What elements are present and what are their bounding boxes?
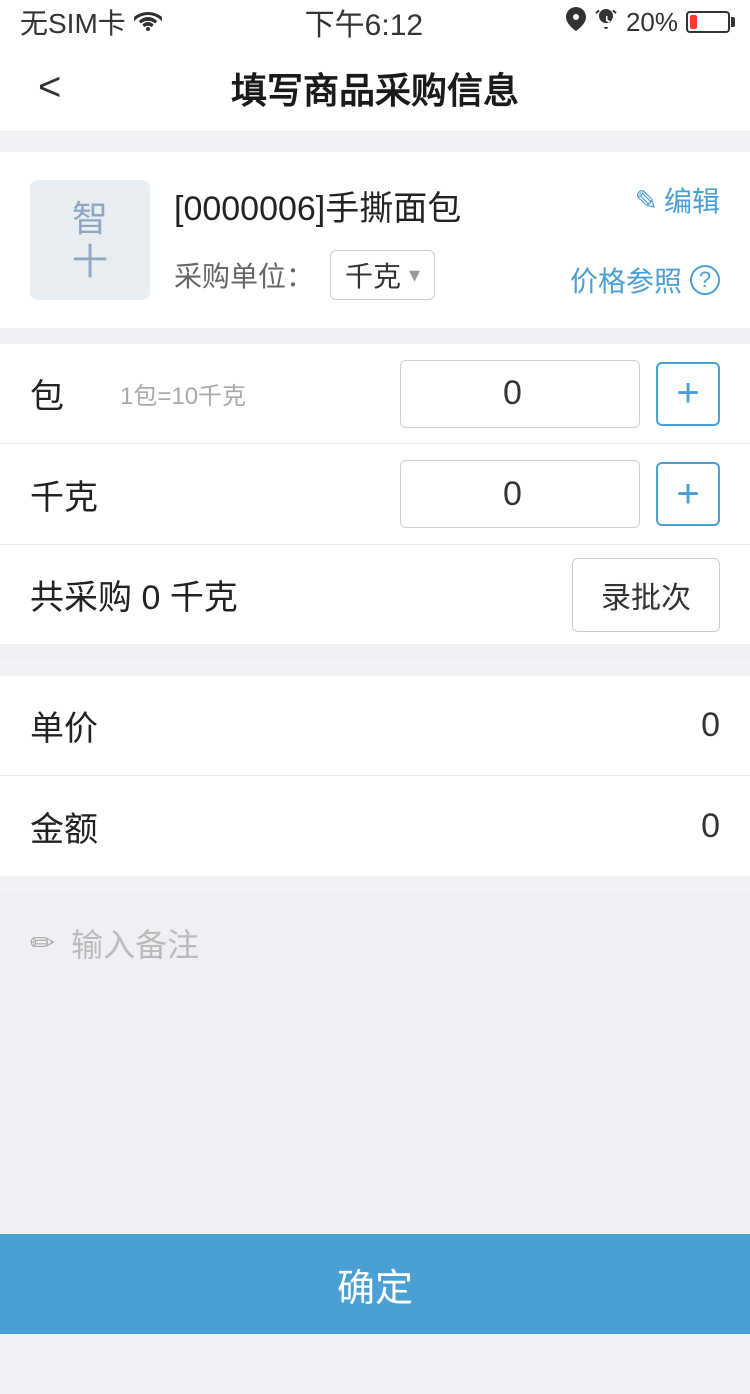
batch-button[interactable]: 录批次 bbox=[572, 558, 720, 632]
edit-icon: ✎ bbox=[635, 184, 658, 217]
kg-label: 千克 bbox=[30, 470, 110, 519]
bag-hint: 1包=10千克 bbox=[120, 376, 246, 411]
input-section: 包 1包=10千克 + 千克 + bbox=[0, 344, 750, 544]
location-icon bbox=[566, 7, 586, 38]
carrier-text: 无SIM卡 bbox=[20, 2, 126, 42]
unit-value: 千克 bbox=[345, 255, 401, 295]
status-bar-left: 无SIM卡 bbox=[20, 2, 162, 42]
product-logo: 智 十 bbox=[72, 197, 108, 283]
total-unit: 千克 bbox=[170, 579, 238, 617]
chevron-down-icon: ▾ bbox=[409, 262, 420, 288]
status-bar-right: 20% bbox=[566, 7, 730, 38]
confirm-button[interactable]: 确定 bbox=[0, 1234, 750, 1334]
unit-price-label: 单价 bbox=[30, 701, 701, 750]
bag-input-wrapper: + bbox=[246, 360, 720, 428]
edit-button[interactable]: ✎ 编辑 bbox=[635, 180, 720, 220]
nav-bar: < 填写商品采购信息 bbox=[0, 44, 750, 132]
back-button[interactable]: < bbox=[28, 55, 71, 120]
amount-value: 0 bbox=[701, 807, 720, 846]
wifi-icon bbox=[134, 6, 162, 38]
battery-text: 20% bbox=[626, 7, 678, 38]
kg-plus-button[interactable]: + bbox=[656, 462, 720, 526]
unit-label: 采购单位： bbox=[174, 255, 314, 295]
battery-icon bbox=[686, 11, 730, 33]
total-value: 0 bbox=[141, 579, 169, 617]
bag-input-row: 包 1包=10千克 + bbox=[0, 344, 750, 444]
amount-label: 金额 bbox=[30, 802, 701, 851]
kg-input-wrapper: + bbox=[110, 460, 720, 528]
bag-label: 包 bbox=[30, 369, 110, 418]
kg-input-row: 千克 + bbox=[0, 444, 750, 544]
bag-input[interactable] bbox=[400, 360, 640, 428]
price-info-section: 单价 0 金额 0 bbox=[0, 676, 750, 876]
total-text: 共采购 0 千克 bbox=[30, 570, 572, 619]
total-label: 共采购 bbox=[30, 579, 132, 617]
note-placeholder: 输入备注 bbox=[71, 920, 199, 966]
pencil-icon: ✏ bbox=[30, 926, 55, 961]
section-divider-2 bbox=[0, 644, 750, 660]
product-image: 智 十 bbox=[30, 180, 150, 300]
page-title: 填写商品采购信息 bbox=[231, 62, 519, 114]
price-ref-label: 价格参照 bbox=[570, 260, 682, 300]
unit-price-value: 0 bbox=[701, 706, 720, 745]
status-bar: 无SIM卡 下午6:12 20% bbox=[0, 0, 750, 44]
unit-select[interactable]: 千克 ▾ bbox=[330, 250, 435, 300]
price-ref-button[interactable]: 价格参照 ? bbox=[570, 260, 720, 300]
alarm-icon bbox=[594, 7, 618, 38]
section-divider-1 bbox=[0, 328, 750, 344]
note-section[interactable]: ✏ 输入备注 bbox=[0, 892, 750, 994]
unit-price-row: 单价 0 bbox=[0, 676, 750, 776]
product-card: 智 十 [0000006]手撕面包 采购单位： 千克 ▾ ✎ 编辑 价格参照 ? bbox=[0, 152, 750, 328]
price-ref-icon: ? bbox=[690, 265, 720, 295]
bag-plus-button[interactable]: + bbox=[656, 362, 720, 426]
status-bar-time: 下午6:12 bbox=[305, 0, 423, 44]
kg-input[interactable] bbox=[400, 460, 640, 528]
amount-row: 金额 0 bbox=[0, 776, 750, 876]
edit-label: 编辑 bbox=[664, 180, 720, 220]
total-section: 共采购 0 千克 录批次 bbox=[0, 544, 750, 644]
